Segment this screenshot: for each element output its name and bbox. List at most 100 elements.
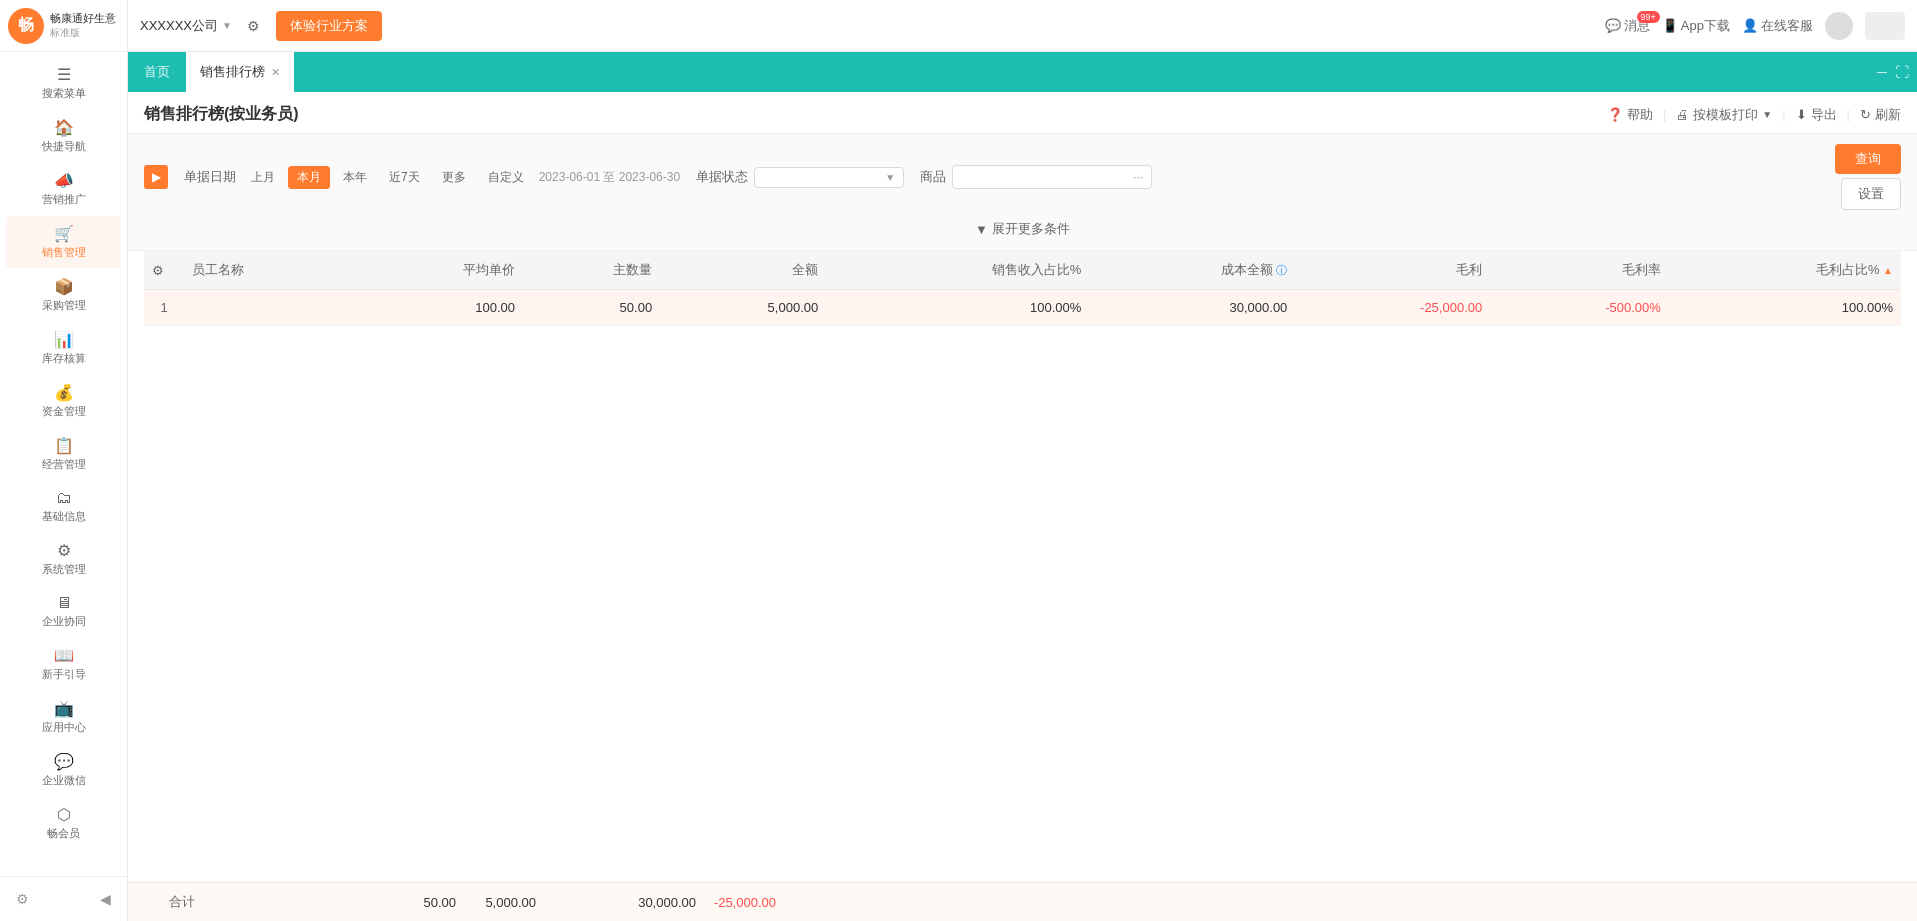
tab-close-icon[interactable]: ✕ [271,66,280,79]
settings-btn[interactable]: 设置 [1841,178,1901,210]
sidebar-item-marketing[interactable]: 📣 营销推广 [6,163,121,215]
sidebar: 畅 畅康通好生意 标准版 ☰ 搜索菜单 🏠 快捷导航 📣 营销推广 🛒 销售管理… [0,0,128,921]
cell-rank: 1 [144,290,184,326]
operation-nav-icon: 📋 [54,436,74,455]
date-btn-this-month[interactable]: 本月 [288,166,330,189]
sidebar-item-label-guide: 新手引导 [42,667,86,682]
col-avg-price: 平均单价 [354,251,524,290]
apps-nav-icon: 📺 [54,699,74,718]
filter-row-1: ▶ 单据日期 上月 本月 本年 近7天 更多 自定义 2023-06-01 至 … [144,144,1901,210]
expand-conditions-btn[interactable]: ▼ 展开更多条件 [963,218,1082,240]
avatar[interactable] [1825,12,1853,40]
query-actions: 查询 设置 [1835,144,1901,210]
sidebar-item-basic[interactable]: 🗂 基础信息 [6,481,121,532]
app-download-btn[interactable]: 📱 App下载 [1662,17,1730,35]
col-settings-icon[interactable]: ⚙ [144,251,184,290]
system-nav-icon: ⚙ [57,541,71,560]
sidebar-item-finance[interactable]: 💰 资金管理 [6,375,121,427]
sidebar-item-inventory[interactable]: 📊 库存核算 [6,322,121,374]
online-service-btn[interactable]: 👤 在线客服 [1742,17,1813,35]
logo-icon: 畅 [8,8,44,44]
template-print-btn[interactable]: 🖨 按模板打印 ▼ [1676,106,1772,124]
date-btn-7days[interactable]: 近7天 [380,166,429,189]
cell-amount: 5,000.00 [660,290,826,326]
sidebar-item-label-shortcut: 快捷导航 [42,139,86,154]
sidebar-item-guide[interactable]: 📖 新手引导 [6,638,121,690]
date-btn-last-month[interactable]: 上月 [242,166,284,189]
tab-sales-ranking[interactable]: 销售排行榜 ✕ [186,52,294,92]
sidebar-item-shortcut[interactable]: 🏠 快捷导航 [6,110,121,162]
guide-nav-icon: 📖 [54,646,74,665]
sidebar-item-label-system: 系统管理 [42,562,86,577]
goods-input[interactable]: ··· [952,165,1152,189]
status-label: 单据状态 [696,168,748,186]
footer-cells: 50.00 5,000.00 30,000.00 -25,000.00 [304,895,1901,910]
col-gross-pct: 毛利占比% ▲ [1669,251,1901,290]
sidebar-item-search[interactable]: ☰ 搜索菜单 [6,57,121,109]
export-label: 导出 [1811,106,1837,124]
print-icon: 🖨 [1676,107,1689,122]
date-btn-custom[interactable]: 自定义 [479,166,533,189]
status-dropdown-icon: ▼ [885,172,895,183]
footer-amount: 5,000.00 [464,895,544,910]
sidebar-item-sales[interactable]: 🛒 销售管理 [6,216,121,268]
cell-avg-price: 100.00 [354,290,524,326]
query-btn[interactable]: 查询 [1835,144,1901,174]
refresh-btn[interactable]: ↻ 刷新 [1860,106,1901,124]
export-btn[interactable]: ⬇ 导出 [1796,106,1837,124]
footer-cost-amount: 30,000.00 [624,895,704,910]
sidebar-settings-btn[interactable]: ⚙ [8,885,36,913]
sidebar-item-system[interactable]: ⚙ 系统管理 [6,533,121,585]
cost-info-icon[interactable]: ⓘ [1276,264,1287,276]
goods-more-icon: ··· [1133,170,1143,184]
col-gross-margin: 毛利率 [1490,251,1669,290]
refresh-label: 刷新 [1875,106,1901,124]
sidebar-item-label-inventory: 库存核算 [42,351,86,366]
user-name-display [1865,12,1905,40]
sidebar-collapse-btn[interactable]: ◀ [91,885,119,913]
sidebar-item-operation[interactable]: 📋 经营管理 [6,428,121,480]
message-btn[interactable]: 💬 消息 99+ [1605,17,1650,35]
footer-main-qty: 50.00 [384,895,464,910]
col-revenue-pct: 销售收入占比% [826,251,1089,290]
date-btn-more[interactable]: 更多 [433,166,475,189]
filter-toggle-btn[interactable]: ▶ [144,165,168,189]
sidebar-item-label-enterprise: 企业协同 [42,614,86,629]
app-label: App下载 [1681,17,1730,35]
sidebar-item-member[interactable]: ⬡ 畅会员 [6,797,121,849]
sidebar-item-enterprise[interactable]: 🖥 企业协同 [6,586,121,637]
date-btn-this-year[interactable]: 本年 [334,166,376,189]
sidebar-nav: ☰ 搜索菜单 🏠 快捷导航 📣 营销推广 🛒 销售管理 📦 采购管理 📊 库存核… [0,52,127,876]
sidebar-item-label-purchase: 采购管理 [42,298,86,313]
cell-employee-name [184,290,354,326]
help-btn[interactable]: ❓ 帮助 [1607,106,1653,124]
status-select[interactable]: ▼ [754,167,904,188]
sidebar-item-apps[interactable]: 📺 应用中心 [6,691,121,743]
table-area: ⚙ 员工名称 平均单价 主数量 全额 销售收入占比% 成本全额 ⓘ 毛利 毛利率… [128,251,1917,882]
finance-nav-icon: 💰 [54,383,74,402]
page-header: 销售排行榜(按业务员) ❓ 帮助 | 🖨 按模板打印 ▼ | ⬇ 导出 | [128,92,1917,134]
trial-btn[interactable]: 体验行业方案 [276,11,382,41]
cell-gross-pct: 100.00% [1669,290,1901,326]
print-dropdown-icon: ▼ [1762,109,1772,120]
filter-row-2: ▼ 展开更多条件 [144,218,1901,240]
date-range-display: 2023-06-01 至 2023-06-30 [539,169,680,186]
topbar-gear-btn[interactable]: ⚙ [240,12,268,40]
tab-home-label: 首页 [144,63,170,81]
sidebar-item-wechat[interactable]: 💬 企业微信 [6,744,121,796]
tab-minimize-icon[interactable]: ─ [1877,64,1887,80]
enterprise-nav-icon: 🖥 [56,594,72,612]
sidebar-item-label-search: 搜索菜单 [42,86,86,101]
logo-area: 畅 畅康通好生意 标准版 [0,0,127,52]
main-area: XXXXXX公司 ▼ ⚙ 体验行业方案 💬 消息 99+ 📱 App下载 👤 在… [128,0,1917,921]
sidebar-item-label-member: 畅会员 [47,826,80,841]
sidebar-item-purchase[interactable]: 📦 采购管理 [6,269,121,321]
inventory-nav-icon: 📊 [54,330,74,349]
tab-maximize-icon[interactable]: ⛶ [1895,64,1909,80]
tab-home[interactable]: 首页 [128,52,186,92]
app-icon: 📱 [1662,18,1678,33]
expand-label: 展开更多条件 [992,220,1070,238]
status-filter: 单据状态 ▼ [696,167,904,188]
company-selector[interactable]: XXXXXX公司 ▼ [140,17,232,35]
col-main-qty: 主数量 [523,251,660,290]
